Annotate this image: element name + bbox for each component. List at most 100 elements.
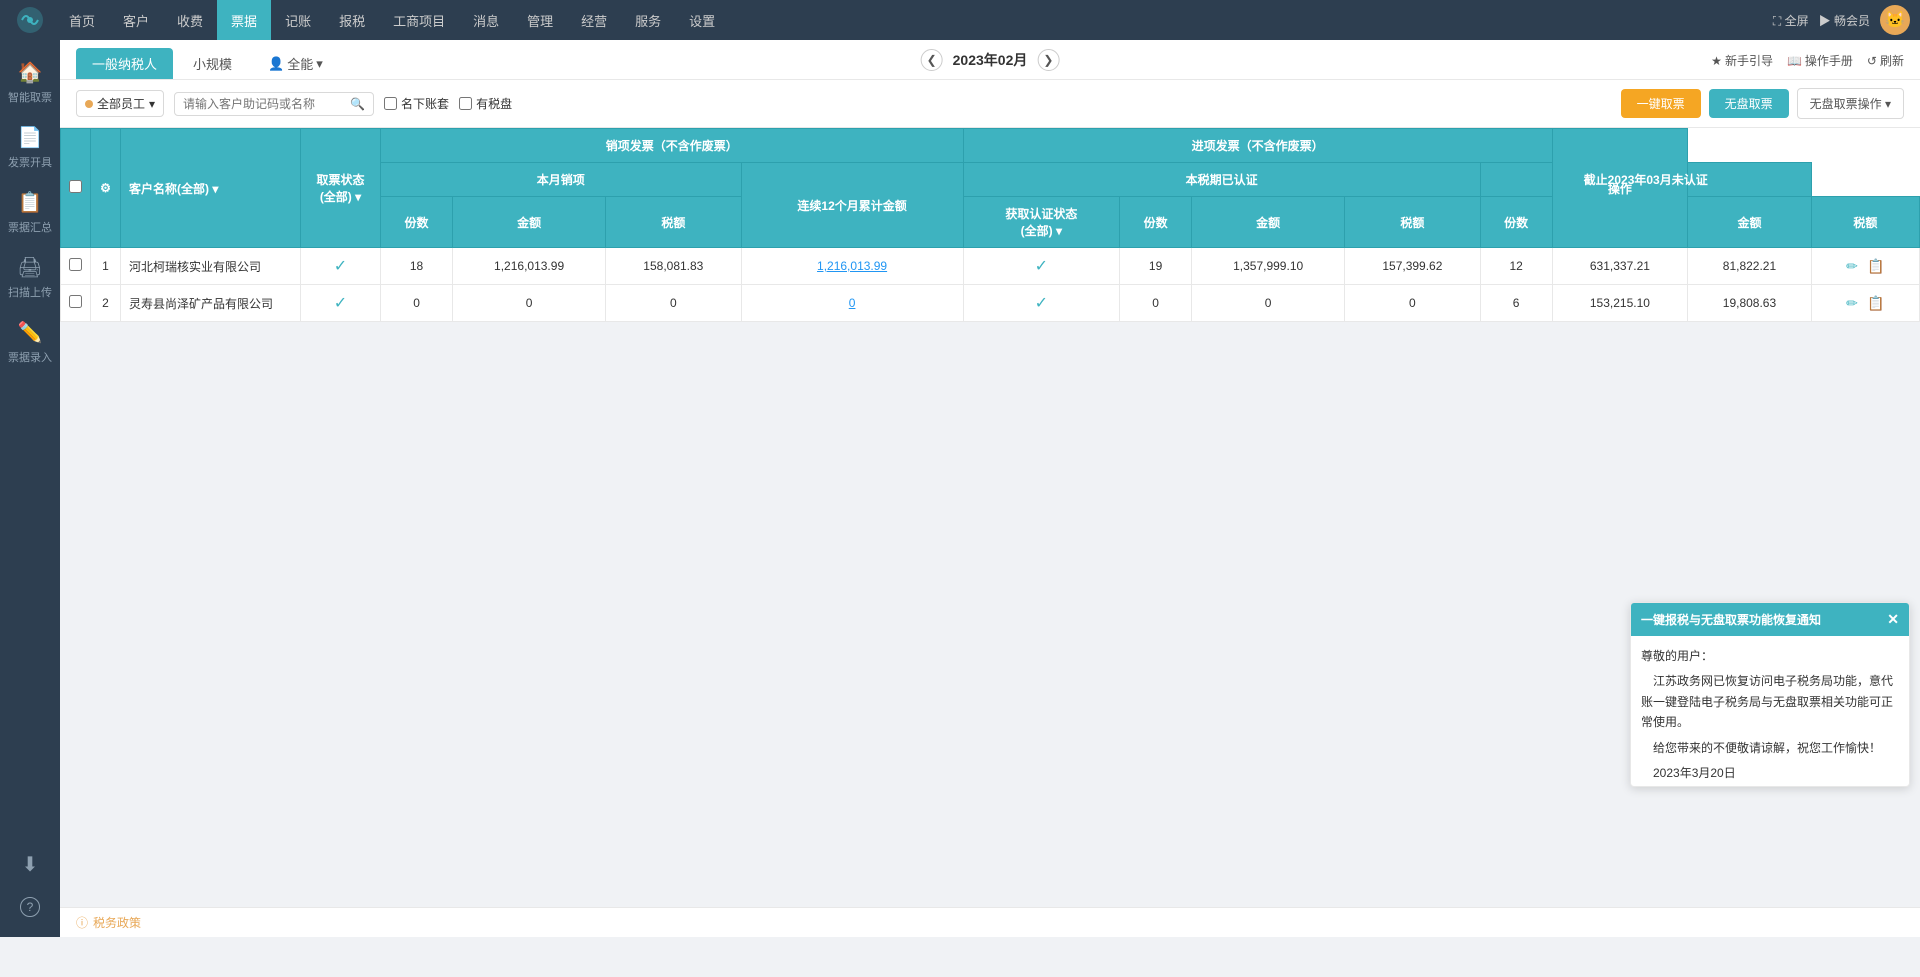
row1-cumulative[interactable]: 1,216,013.99 (741, 248, 963, 285)
diskless-ticket-btn[interactable]: 无盘取票 (1709, 89, 1789, 118)
current-month: 2023年02月 (953, 50, 1028, 70)
header-this-period: 本税期已认证 (963, 163, 1480, 197)
next-month-btn[interactable]: ❯ (1037, 49, 1059, 71)
view-icon[interactable]: 📋 (1867, 258, 1884, 274)
search-icon[interactable]: 🔍 (350, 97, 365, 111)
row1-uncertified-tax: 81,822.21 (1688, 248, 1812, 285)
diskless-ops-btn[interactable]: 无盘取票操作 ▾ (1797, 88, 1904, 119)
header-status: 取票状态(全部) ▾ (301, 129, 381, 248)
sidebar-item-smart-ticket[interactable]: 🏠 智能取票 (0, 50, 60, 115)
one-click-ticket-btn[interactable]: 一键取票 (1621, 89, 1701, 118)
nav-operation[interactable]: 经营 (567, 0, 621, 40)
help-icon: ? (20, 897, 40, 917)
nav-fee[interactable]: 收费 (163, 0, 217, 40)
sidebar-item-invoice-summary[interactable]: 📋 票据汇总 (0, 180, 60, 245)
check-icon: ✓ (334, 295, 347, 312)
nav-message[interactable]: 消息 (459, 0, 513, 40)
member-btn[interactable]: ▶ 畅会员 (1819, 12, 1870, 29)
sidebar-item-scan-upload[interactable]: 🖨 扫描上传 (0, 245, 60, 310)
notification-greeting: 尊敬的用户： (1641, 646, 1899, 666)
table-container: ⚙ 客户名称(全部) ▾ 取票状态(全部) ▾ 销项发票（不含作废票） 进项发票… (60, 128, 1920, 322)
notification-close-btn[interactable]: ✕ (1887, 611, 1899, 628)
nav-business[interactable]: 工商项目 (379, 0, 459, 40)
check-icon: ✓ (334, 258, 347, 275)
prev-month-btn[interactable]: ❮ (921, 49, 943, 71)
header-purchase-status: 获取认证状态(全部) ▾ (963, 197, 1119, 248)
row1-actions: ✏ 📋 (1811, 248, 1919, 285)
row1-purchase-amount: 1,357,999.10 (1192, 248, 1345, 285)
row2-name: 灵寿县尚泽矿产品有限公司 (121, 285, 301, 322)
employee-filter[interactable]: 全部员工 ▾ (76, 90, 164, 117)
sidebar-item-label: 票据汇总 (8, 219, 52, 235)
checkbox-account[interactable]: 名下账套 (384, 95, 449, 112)
header-cumulative: 连续12个月累计金额 (741, 163, 963, 248)
logo-icon (10, 0, 50, 40)
header-uncertified-count: 份数 (1480, 197, 1552, 248)
header-purchase-group: 进项发票（不含作废票） (963, 129, 1552, 163)
row1-checkbox[interactable] (61, 248, 91, 285)
row2-cumulative[interactable]: 0 (741, 285, 963, 322)
row2-sales-tax: 0 (606, 285, 741, 322)
row2-purchase-tax: 0 (1345, 285, 1480, 322)
smart-ticket-icon: 🏠 (18, 60, 43, 85)
checkbox-tax-disk-input[interactable] (459, 97, 472, 110)
nav-invoice[interactable]: 票据 (217, 0, 271, 40)
guide-btn[interactable]: ★ 新手引导 (1711, 52, 1773, 69)
toolbar: 全部员工 ▾ 🔍 名下账套 有税盘 一键取票 无盘取票 无盘取票操作 ▾ (60, 80, 1920, 128)
nav-home[interactable]: 首页 (55, 0, 109, 40)
top-nav: 首页 客户 收费 票据 记账 报税 工商项目 消息 管理 经营 服务 设置 ⛶ … (0, 0, 1920, 40)
view-icon[interactable]: 📋 (1867, 295, 1884, 311)
header-purchase-tax: 税额 (1345, 197, 1480, 248)
notification-text2: 给您带来的不便敬请谅解，祝您工作愉快！ (1641, 738, 1899, 758)
row2-sales-count: 0 (381, 285, 453, 322)
nav-customer[interactable]: 客户 (109, 0, 163, 40)
nav-settings[interactable]: 设置 (675, 0, 729, 40)
nav-manage[interactable]: 管理 (513, 0, 567, 40)
search-wrapper[interactable]: 🔍 (174, 92, 374, 116)
tab-general-taxpayer[interactable]: 一般纳税人 (76, 48, 173, 79)
sidebar-item-invoice-entry[interactable]: ✏️ 票据录入 (0, 310, 60, 375)
tab-all[interactable]: 👤 全能 ▾ (252, 48, 339, 79)
scan-upload-icon: 🖨 (17, 255, 42, 280)
header-sales-count: 份数 (381, 197, 453, 248)
select-all-checkbox[interactable] (69, 180, 82, 193)
sidebar-item-help[interactable]: ? (0, 887, 60, 927)
edit-icon[interactable]: ✏ (1846, 258, 1858, 274)
nav-accounting[interactable]: 记账 (271, 0, 325, 40)
manual-btn[interactable]: 📖 操作手册 (1787, 52, 1853, 69)
sidebar-bottom: ⬇ ? (0, 842, 60, 937)
nav-tax[interactable]: 报税 (325, 0, 379, 40)
header-month-sales: 本月销项 (381, 163, 742, 197)
nav-items: 首页 客户 收费 票据 记账 报税 工商项目 消息 管理 经营 服务 设置 (55, 0, 1773, 40)
header-not-certified: 截止2023年03月未认证 (1480, 163, 1811, 197)
tab-small-scale[interactable]: 小规模 (177, 48, 248, 79)
row2-index: 2 (91, 285, 121, 322)
nav-service[interactable]: 服务 (621, 0, 675, 40)
search-input[interactable] (183, 97, 350, 111)
checkbox-account-input[interactable] (384, 97, 397, 110)
header-sales-amount: 金额 (453, 197, 606, 248)
row2-checkbox[interactable] (61, 285, 91, 322)
row1-index: 1 (91, 248, 121, 285)
refresh-btn[interactable]: ↺ 刷新 (1867, 52, 1904, 69)
invoice-summary-icon: 📋 (18, 190, 43, 215)
notification-body: 尊敬的用户： 江苏政务网已恢复访问电子税务局功能，意代账一键登陆电子税务局与无盘… (1631, 636, 1909, 786)
header-uncertified-amount: 金额 (1688, 197, 1812, 248)
header-sales-group: 销项发票（不含作废票） (381, 129, 964, 163)
avatar[interactable]: 🐱 (1880, 5, 1910, 35)
row1-sales-amount: 1,216,013.99 (453, 248, 606, 285)
footer-text[interactable]: 税务政策 (93, 914, 141, 931)
dropdown-arrow: ▾ (149, 97, 155, 111)
row2-purchase-status: ✓ (963, 285, 1119, 322)
sidebar-item-label: 票据录入 (8, 349, 52, 365)
checkbox-tax-disk[interactable]: 有税盘 (459, 95, 512, 112)
footer-info-icon: ⓘ (76, 914, 88, 931)
row1-purchase-count: 19 (1120, 248, 1192, 285)
fullscreen-btn[interactable]: ⛶ 全屏 (1773, 12, 1809, 29)
sidebar-item-invoice-open[interactable]: 📄 发票开具 (0, 115, 60, 180)
toolbar-right: 一键取票 无盘取票 无盘取票操作 ▾ (1621, 88, 1904, 119)
main-content: 一般纳税人 小规模 👤 全能 ▾ ❮ 2023年02月 ❯ ★ 新手引导 📖 操… (60, 40, 1920, 937)
notification-title: 一键报税与无盘取票功能恢复通知 (1641, 611, 1821, 628)
sidebar-item-download[interactable]: ⬇ (0, 842, 60, 887)
edit-icon[interactable]: ✏ (1846, 295, 1858, 311)
